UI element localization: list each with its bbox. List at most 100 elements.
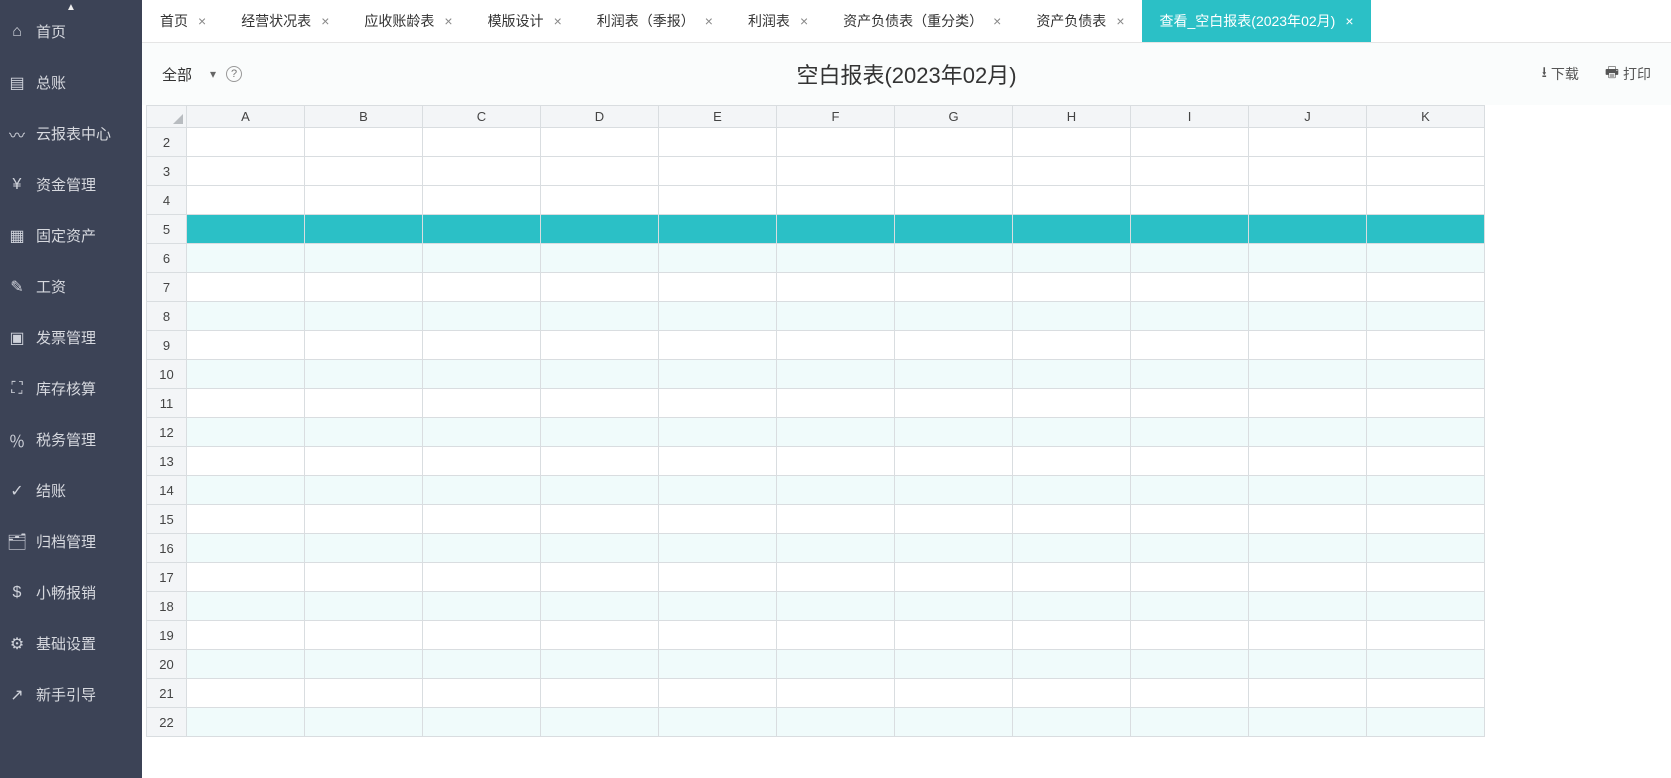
filter-dropdown[interactable]: 全部 ▾ xyxy=(162,64,216,85)
cell-J2[interactable] xyxy=(1249,128,1367,157)
column-header-C[interactable]: C xyxy=(423,106,541,128)
row-header-13[interactable]: 13 xyxy=(147,447,187,476)
cell-F15[interactable] xyxy=(777,505,895,534)
cell-A13[interactable] xyxy=(187,447,305,476)
cell-D6[interactable] xyxy=(541,244,659,273)
cell-H8[interactable] xyxy=(1013,302,1131,331)
row-header-2[interactable]: 2 xyxy=(147,128,187,157)
cell-H21[interactable] xyxy=(1013,679,1131,708)
cell-C5[interactable] xyxy=(423,215,541,244)
close-icon[interactable]: × xyxy=(798,13,810,29)
column-header-K[interactable]: K xyxy=(1367,106,1485,128)
cell-I17[interactable] xyxy=(1131,563,1249,592)
cell-B8[interactable] xyxy=(305,302,423,331)
close-icon[interactable]: × xyxy=(196,13,208,29)
cell-H3[interactable] xyxy=(1013,157,1131,186)
cell-E15[interactable] xyxy=(659,505,777,534)
cell-A4[interactable] xyxy=(187,186,305,215)
cell-J8[interactable] xyxy=(1249,302,1367,331)
cell-H22[interactable] xyxy=(1013,708,1131,737)
row-header-16[interactable]: 16 xyxy=(147,534,187,563)
cell-H10[interactable] xyxy=(1013,360,1131,389)
tab-1[interactable]: 经营状况表× xyxy=(223,0,346,42)
cell-D10[interactable] xyxy=(541,360,659,389)
cell-I13[interactable] xyxy=(1131,447,1249,476)
cell-C19[interactable] xyxy=(423,621,541,650)
cell-E17[interactable] xyxy=(659,563,777,592)
cell-F8[interactable] xyxy=(777,302,895,331)
cell-F11[interactable] xyxy=(777,389,895,418)
cell-G5[interactable] xyxy=(895,215,1013,244)
sidebar-item-general-ledger[interactable]: ▤总账 xyxy=(0,57,142,108)
cell-E20[interactable] xyxy=(659,650,777,679)
cell-E7[interactable] xyxy=(659,273,777,302)
cell-J17[interactable] xyxy=(1249,563,1367,592)
cell-A7[interactable] xyxy=(187,273,305,302)
cell-A12[interactable] xyxy=(187,418,305,447)
cell-A9[interactable] xyxy=(187,331,305,360)
cell-E13[interactable] xyxy=(659,447,777,476)
cell-C11[interactable] xyxy=(423,389,541,418)
cell-J7[interactable] xyxy=(1249,273,1367,302)
cell-A18[interactable] xyxy=(187,592,305,621)
cell-K8[interactable] xyxy=(1367,302,1485,331)
cell-G12[interactable] xyxy=(895,418,1013,447)
cell-J19[interactable] xyxy=(1249,621,1367,650)
cell-A2[interactable] xyxy=(187,128,305,157)
cell-C18[interactable] xyxy=(423,592,541,621)
cell-I8[interactable] xyxy=(1131,302,1249,331)
cell-J15[interactable] xyxy=(1249,505,1367,534)
cell-J20[interactable] xyxy=(1249,650,1367,679)
tab-5[interactable]: 利润表× xyxy=(730,0,825,42)
cell-F20[interactable] xyxy=(777,650,895,679)
cell-D16[interactable] xyxy=(541,534,659,563)
cell-G15[interactable] xyxy=(895,505,1013,534)
row-header-10[interactable]: 10 xyxy=(147,360,187,389)
cell-K20[interactable] xyxy=(1367,650,1485,679)
cell-B18[interactable] xyxy=(305,592,423,621)
cell-B14[interactable] xyxy=(305,476,423,505)
cell-F2[interactable] xyxy=(777,128,895,157)
cell-C9[interactable] xyxy=(423,331,541,360)
cell-I4[interactable] xyxy=(1131,186,1249,215)
tab-3[interactable]: 模版设计× xyxy=(470,0,579,42)
cell-I2[interactable] xyxy=(1131,128,1249,157)
cell-K19[interactable] xyxy=(1367,621,1485,650)
cell-G7[interactable] xyxy=(895,273,1013,302)
cell-I6[interactable] xyxy=(1131,244,1249,273)
cell-H12[interactable] xyxy=(1013,418,1131,447)
cell-G14[interactable] xyxy=(895,476,1013,505)
cell-F16[interactable] xyxy=(777,534,895,563)
sidebar-item-expense[interactable]: $小畅报销 xyxy=(0,567,142,618)
row-header-21[interactable]: 21 xyxy=(147,679,187,708)
sidebar-item-inventory[interactable]: ⛶库存核算 xyxy=(0,363,142,414)
column-header-I[interactable]: I xyxy=(1131,106,1249,128)
cell-C10[interactable] xyxy=(423,360,541,389)
cell-E22[interactable] xyxy=(659,708,777,737)
cell-J14[interactable] xyxy=(1249,476,1367,505)
cell-K22[interactable] xyxy=(1367,708,1485,737)
cell-F12[interactable] xyxy=(777,418,895,447)
cell-E9[interactable] xyxy=(659,331,777,360)
cell-G20[interactable] xyxy=(895,650,1013,679)
cell-I19[interactable] xyxy=(1131,621,1249,650)
cell-A5[interactable] xyxy=(187,215,305,244)
cell-D18[interactable] xyxy=(541,592,659,621)
cell-E11[interactable] xyxy=(659,389,777,418)
sidebar-item-fund-mgmt[interactable]: ¥资金管理 xyxy=(0,159,142,210)
cell-A16[interactable] xyxy=(187,534,305,563)
cell-K15[interactable] xyxy=(1367,505,1485,534)
column-header-A[interactable]: A xyxy=(187,106,305,128)
cell-H2[interactable] xyxy=(1013,128,1131,157)
cell-C22[interactable] xyxy=(423,708,541,737)
column-header-G[interactable]: G xyxy=(895,106,1013,128)
cell-F3[interactable] xyxy=(777,157,895,186)
cell-G22[interactable] xyxy=(895,708,1013,737)
cell-F5[interactable] xyxy=(777,215,895,244)
cell-C12[interactable] xyxy=(423,418,541,447)
row-header-17[interactable]: 17 xyxy=(147,563,187,592)
cell-F19[interactable] xyxy=(777,621,895,650)
close-icon[interactable]: × xyxy=(991,13,1003,29)
cell-E4[interactable] xyxy=(659,186,777,215)
row-header-18[interactable]: 18 xyxy=(147,592,187,621)
